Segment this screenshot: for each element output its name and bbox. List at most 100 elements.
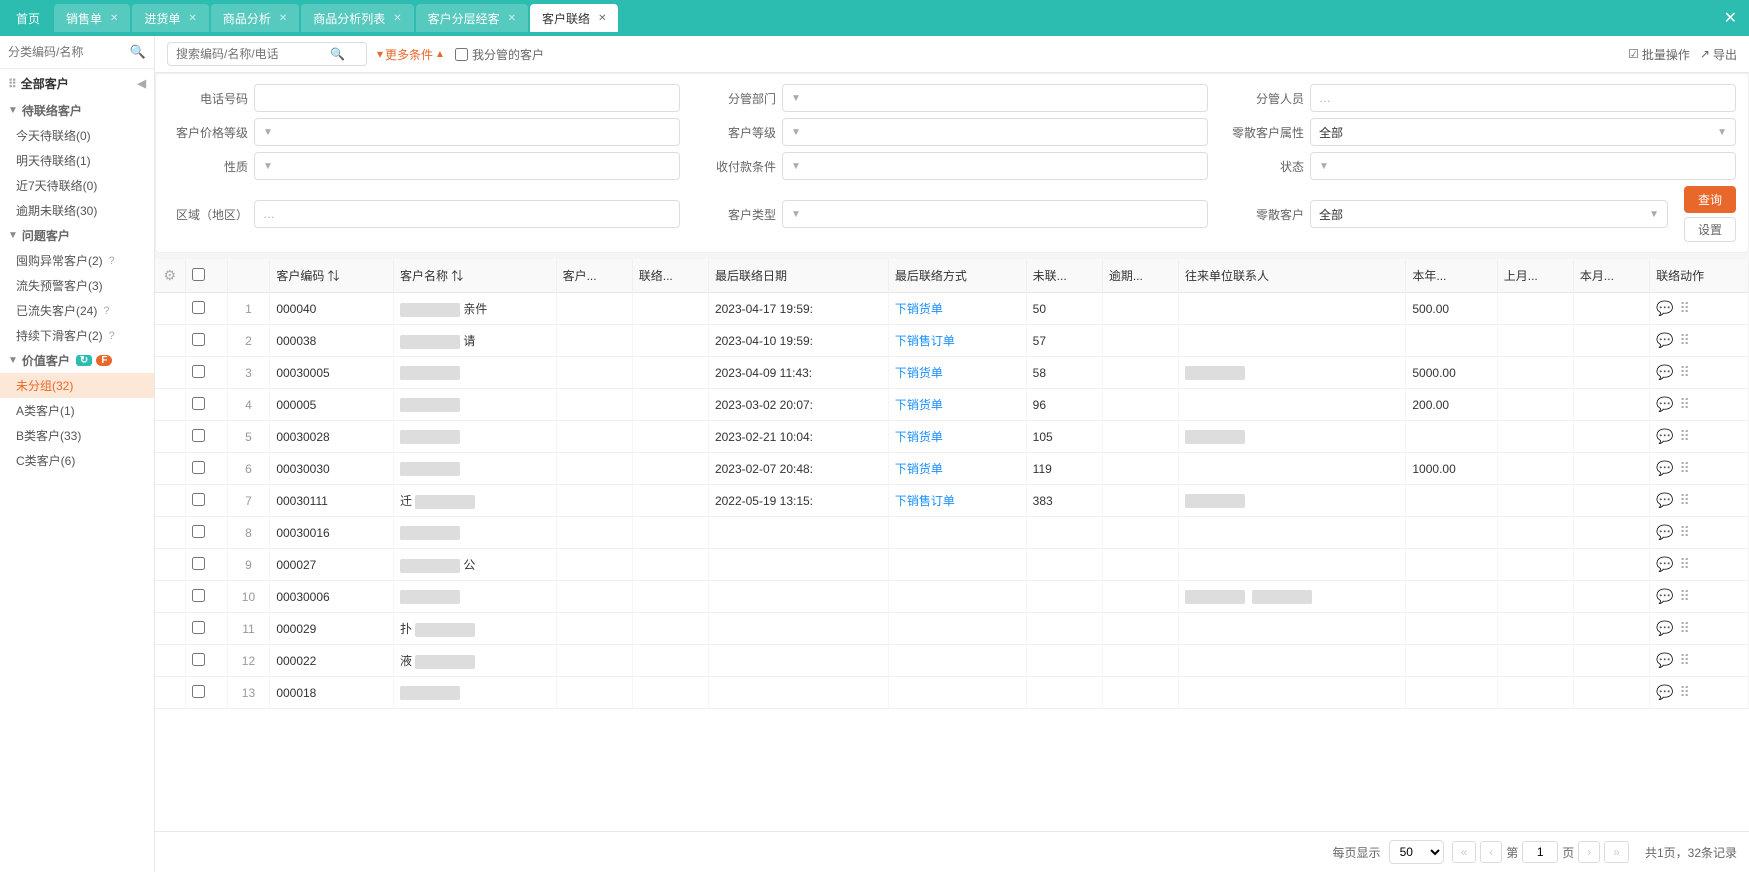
row-check-9[interactable] [192, 589, 205, 602]
more-icon-12[interactable]: ⠿ [1680, 684, 1690, 701]
filter-customer-grade-select[interactable]: ▼ [782, 118, 1208, 146]
chat-icon-4[interactable]: 💬 [1656, 428, 1673, 445]
chat-icon-2[interactable]: 💬 [1656, 364, 1673, 381]
chat-icon-0[interactable]: 💬 [1656, 300, 1673, 317]
method-link-4[interactable]: 下销货单 [895, 430, 943, 444]
more-conditions-btn[interactable]: ▾ 更多条件 ▲ [377, 46, 445, 63]
chat-icon-10[interactable]: 💬 [1656, 620, 1673, 637]
chat-icon-3[interactable]: 💬 [1656, 396, 1673, 413]
tab-purchase-close[interactable]: ✕ [188, 13, 196, 24]
all-customers-header[interactable]: ⠿ 全部客户 ◀ [0, 69, 154, 98]
prev-page-btn[interactable]: ‹ [1480, 841, 1502, 863]
sidebar-item-declining[interactable]: 持续下滑客户(2) ? [0, 323, 154, 348]
method-link-2[interactable]: 下销货单 [895, 366, 943, 380]
sidebar-item-c-class[interactable]: C类客户(6) [0, 448, 154, 473]
tab-customer-contact-close[interactable]: ✕ [598, 13, 606, 24]
tab-product-analysis-list[interactable]: 商品分析列表 ✕ [301, 4, 413, 32]
sidebar-search-input[interactable] [8, 45, 126, 59]
filter-region-select[interactable]: … [254, 200, 680, 228]
more-icon-0[interactable]: ⠿ [1680, 300, 1690, 317]
method-link-1[interactable]: 下销售订单 [895, 334, 955, 348]
first-page-btn[interactable]: « [1452, 841, 1477, 863]
chat-icon-9[interactable]: 💬 [1656, 588, 1673, 605]
more-icon-9[interactable]: ⠿ [1680, 588, 1690, 605]
filter-customer-type-select[interactable]: ▼ [782, 200, 1208, 228]
row-check-7[interactable] [192, 525, 205, 538]
chat-icon-5[interactable]: 💬 [1656, 460, 1673, 477]
reset-button[interactable]: 设置 [1684, 217, 1736, 242]
chat-icon-11[interactable]: 💬 [1656, 652, 1673, 669]
next-page-btn[interactable]: › [1578, 841, 1600, 863]
more-icon-1[interactable]: ⠿ [1680, 332, 1690, 349]
export-btn[interactable]: ↗ 导出 [1700, 46, 1737, 63]
filter-payment-select[interactable]: ▼ [782, 152, 1208, 180]
row-check-2[interactable] [192, 365, 205, 378]
sidebar-group-value[interactable]: ▼ 价值客户 ↻ F [0, 348, 154, 373]
sidebar-item-a-class[interactable]: A类客户(1) [0, 398, 154, 423]
more-icon-11[interactable]: ⠿ [1680, 652, 1690, 669]
tab-customer-segment[interactable]: 客户分层经客 ✕ [416, 4, 528, 32]
col-name[interactable]: 客户名称 ⇅ [394, 259, 557, 293]
more-icon-10[interactable]: ⠿ [1680, 620, 1690, 637]
row-check-1[interactable] [192, 333, 205, 346]
row-check-12[interactable] [192, 685, 205, 698]
filter-status-select[interactable]: ▼ [1310, 152, 1736, 180]
my-customers-checkbox[interactable] [455, 48, 468, 61]
sidebar-item-churn-warning[interactable]: 流失预警客户(3) [0, 273, 154, 298]
method-link-5[interactable]: 下销货单 [895, 462, 943, 476]
filter-retail-attr-select[interactable]: 全部 ▼ [1310, 118, 1736, 146]
select-all-checkbox[interactable] [192, 268, 205, 281]
sidebar-item-abnormal[interactable]: 囤购异常客户(2) ? [0, 248, 154, 273]
tab-sales-close[interactable]: ✕ [110, 13, 118, 24]
main-search-input[interactable] [176, 47, 326, 61]
window-close-btn[interactable]: ✕ [1716, 8, 1745, 28]
per-page-select[interactable]: 50 100 200 [1389, 840, 1444, 864]
tab-sales[interactable]: 销售单 ✕ [54, 4, 130, 32]
tab-product-analysis[interactable]: 商品分析 ✕ [211, 4, 299, 32]
sidebar-item-tomorrow[interactable]: 明天待联络(1) [0, 148, 154, 173]
more-icon-4[interactable]: ⠿ [1680, 428, 1690, 445]
method-link-3[interactable]: 下销货单 [895, 398, 943, 412]
row-check-3[interactable] [192, 397, 205, 410]
sidebar-item-today[interactable]: 今天待联络(0) [0, 123, 154, 148]
tab-product-analysis-list-close[interactable]: ✕ [393, 13, 401, 24]
tab-customer-segment-close[interactable]: ✕ [508, 13, 516, 24]
filter-manager-select[interactable]: … [1310, 84, 1736, 112]
row-check-6[interactable] [192, 493, 205, 506]
main-search-icon[interactable]: 🔍 [330, 47, 345, 61]
more-icon-6[interactable]: ⠿ [1680, 492, 1690, 509]
batch-operation-btn[interactable]: ☑ 批量操作 [1628, 46, 1690, 63]
chat-icon-6[interactable]: 💬 [1656, 492, 1673, 509]
filter-retail-select[interactable]: 全部 ▼ [1310, 200, 1668, 228]
filter-phone-input[interactable] [254, 84, 680, 112]
row-check-0[interactable] [192, 301, 205, 314]
row-check-8[interactable] [192, 557, 205, 570]
sidebar-item-ungroup[interactable]: 未分组(32) [0, 373, 154, 398]
value-refresh-icon[interactable]: ↻ [76, 355, 92, 366]
more-icon-8[interactable]: ⠿ [1680, 556, 1690, 573]
col-code[interactable]: 客户编码 ⇅ [270, 259, 394, 293]
query-button[interactable]: 查询 [1684, 186, 1736, 213]
tab-home[interactable]: 首页 [4, 4, 52, 32]
chat-icon-8[interactable]: 💬 [1656, 556, 1673, 573]
sidebar-item-b-class[interactable]: B类客户(33) [0, 423, 154, 448]
chat-icon-12[interactable]: 💬 [1656, 684, 1673, 701]
sidebar-group-pending[interactable]: ▼ 待联络客户 [0, 98, 154, 123]
row-check-4[interactable] [192, 429, 205, 442]
sidebar-group-problem[interactable]: ▼ 问题客户 [0, 223, 154, 248]
collapse-sidebar-btn[interactable]: ◀ [138, 77, 146, 90]
method-link-0[interactable]: 下销货单 [895, 302, 943, 316]
more-icon-3[interactable]: ⠿ [1680, 396, 1690, 413]
sidebar-item-churned[interactable]: 已流失客户(24) ? [0, 298, 154, 323]
chat-icon-7[interactable]: 💬 [1656, 524, 1673, 541]
gear-icon[interactable]: ⚙ [163, 267, 176, 283]
tab-customer-contact[interactable]: 客户联络 ✕ [530, 4, 618, 32]
filter-nature-select[interactable]: ▼ [254, 152, 680, 180]
filter-dept-select[interactable]: ▼ [782, 84, 1208, 112]
method-link-6[interactable]: 下销售订单 [895, 494, 955, 508]
row-check-5[interactable] [192, 461, 205, 474]
sidebar-item-week[interactable]: 近7天待联络(0) [0, 173, 154, 198]
tab-purchase[interactable]: 进货单 ✕ [132, 4, 208, 32]
row-check-10[interactable] [192, 621, 205, 634]
sidebar-item-overdue[interactable]: 逾期未联络(30) [0, 198, 154, 223]
